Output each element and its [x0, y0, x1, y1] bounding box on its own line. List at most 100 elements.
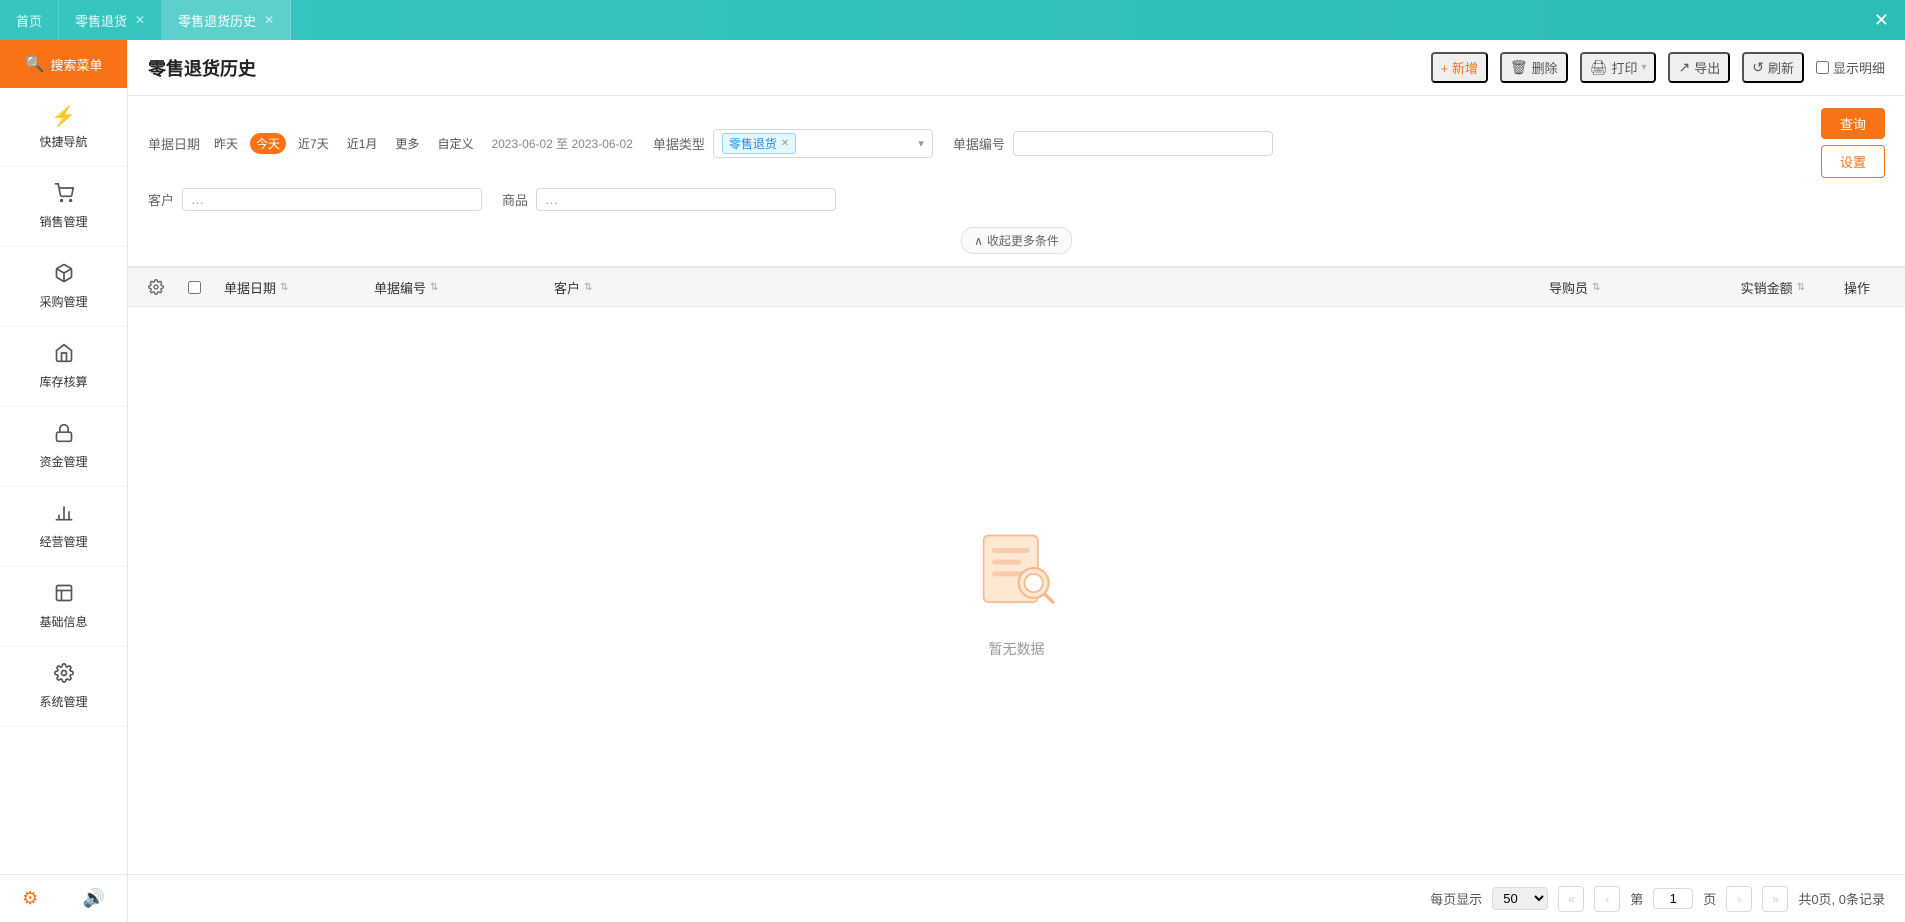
search-icon: 🔍 — [25, 54, 45, 74]
first-page-button[interactable]: « — [1558, 886, 1584, 912]
doc-icon — [54, 583, 74, 609]
sidebar-item-system[interactable]: 系统管理 — [0, 647, 127, 727]
customer-filter-label: 客户 — [148, 190, 174, 209]
doctype-select[interactable]: 零售退货 ✕ ▾ — [713, 129, 933, 158]
prev-page-button[interactable]: ‹ — [1594, 886, 1620, 912]
th-settings[interactable] — [136, 279, 176, 295]
total-text: 共0页, 0条记录 — [1798, 889, 1885, 908]
guide-sort-icon: ⇅ — [1592, 282, 1600, 293]
empty-text: 暂无数据 — [989, 639, 1045, 659]
date-opt-yesterday[interactable]: 昨天 — [208, 133, 244, 154]
th-checkbox[interactable] — [176, 281, 212, 294]
print-button[interactable]: 🖨 打印 ▾ — [1580, 52, 1657, 83]
page-title: 零售退货历史 — [148, 55, 256, 81]
show-detail-checkbox-label[interactable]: 显示明细 — [1816, 58, 1885, 77]
query-set-area: 查询 设置 — [1821, 108, 1885, 178]
set-button[interactable]: 设置 — [1821, 145, 1885, 178]
goods-filter-label: 商品 — [502, 190, 528, 209]
customer-select[interactable]: … — [182, 188, 482, 211]
query-button[interactable]: 查询 — [1821, 108, 1885, 139]
page-suffix: 页 — [1703, 889, 1716, 908]
audio-icon[interactable]: 🔊 — [82, 888, 104, 909]
th-guide[interactable]: 导购员 ⇅ — [1537, 278, 1697, 297]
refresh-button[interactable]: ↺ 刷新 — [1742, 52, 1804, 83]
next-page-button[interactable]: › — [1726, 886, 1752, 912]
doctype-tag: 零售退货 ✕ — [722, 133, 796, 154]
sidebar-item-finance[interactable]: 资金管理 — [0, 407, 127, 487]
th-amount[interactable]: 实销金额 ⇅ — [1697, 278, 1817, 297]
customer-placeholder: … — [191, 192, 204, 207]
goods-select[interactable]: … — [536, 188, 836, 211]
lightning-icon: ⚡ — [51, 104, 76, 129]
table-area: 单据日期 ⇅ 单据编号 ⇅ 客户 ⇅ 导购员 ⇅ 实销金额 ⇅ — [128, 267, 1905, 874]
filter-group-goods: 商品 … — [502, 188, 836, 211]
collapse-filter-button[interactable]: ∧ 收起更多条件 — [961, 227, 1072, 254]
store-icon — [54, 343, 74, 369]
print-icon: 🖨 — [1590, 59, 1608, 76]
main-layout: 🔍 搜索菜单 ⚡ 快捷导航 销售管理 — [0, 40, 1905, 922]
sidebar-item-purchase-mgmt[interactable]: 采购管理 — [0, 247, 127, 327]
doctype-dropdown-icon: ▾ — [918, 137, 924, 150]
new-button[interactable]: + 新增 — [1431, 52, 1488, 83]
th-customer[interactable]: 客户 ⇅ — [542, 278, 1537, 297]
page-prefix: 第 — [1630, 889, 1643, 908]
filter-group-docno: 单据编号 — [953, 131, 1273, 156]
filter-row-2: 客户 … 商品 … — [148, 188, 1885, 211]
table-header: 单据日期 ⇅ 单据编号 ⇅ 客户 ⇅ 导购员 ⇅ 实销金额 ⇅ — [128, 267, 1905, 307]
delete-button[interactable]: 🗑 删除 — [1500, 52, 1568, 83]
goods-placeholder: … — [545, 192, 558, 207]
date-opt-more[interactable]: 更多 — [389, 133, 425, 154]
tab-retail-return-history-close[interactable]: ✕ — [264, 13, 274, 27]
last-page-button[interactable]: » — [1762, 886, 1788, 912]
export-button[interactable]: ↗ 导出 — [1668, 52, 1730, 83]
docno-input[interactable] — [1013, 131, 1273, 156]
sidebar-item-quick-nav[interactable]: ⚡ 快捷导航 — [0, 88, 127, 167]
page-number-input[interactable] — [1653, 888, 1693, 909]
sidebar-bottom-bar: ⚙ 🔊 — [0, 874, 127, 922]
sidebar-items-list: ⚡ 快捷导航 销售管理 采购管理 — [0, 88, 127, 874]
date-opt-1month[interactable]: 近1月 — [341, 133, 384, 154]
sidebar-search-button[interactable]: 🔍 搜索菜单 — [0, 40, 127, 88]
filter-group-doctype: 单据类型 零售退货 ✕ ▾ — [653, 129, 933, 158]
th-date[interactable]: 单据日期 ⇅ — [212, 278, 362, 297]
filter-area: 单据日期 昨天 今天 近7天 近1月 更多 自定义 2023-06-02 至 2… — [128, 96, 1905, 267]
page-size-select[interactable]: 50 20 100 — [1492, 887, 1548, 910]
tab-home[interactable]: 首页 — [0, 0, 59, 40]
empty-state: 暂无数据 — [128, 307, 1905, 874]
date-options: 昨天 今天 近7天 近1月 更多 自定义 — [208, 133, 479, 154]
lock-icon — [54, 423, 74, 449]
tab-retail-return-history[interactable]: 零售退货历史 ✕ — [162, 0, 291, 40]
export-icon: ↗ — [1678, 59, 1690, 76]
date-opt-7days[interactable]: 近7天 — [292, 133, 335, 154]
date-sort-icon: ⇅ — [280, 282, 288, 293]
header-actions: + 新增 🗑 删除 🖨 打印 ▾ ↗ 导出 ↺ 刷新 — [1431, 52, 1885, 83]
sidebar-item-basic-info[interactable]: 基础信息 — [0, 567, 127, 647]
show-detail-checkbox[interactable] — [1816, 61, 1829, 74]
th-action: 操作 — [1817, 278, 1897, 297]
docno-filter-label: 单据编号 — [953, 134, 1005, 153]
window-close-button[interactable]: ✕ — [1858, 10, 1905, 31]
select-all-checkbox[interactable] — [188, 281, 201, 294]
sidebar-item-sales-mgmt[interactable]: 销售管理 — [0, 167, 127, 247]
refresh-icon: ↺ — [1752, 59, 1764, 76]
filter-group-date: 单据日期 昨天 今天 近7天 近1月 更多 自定义 2023-06-02 至 2… — [148, 133, 633, 154]
sidebar-item-operation[interactable]: 经营管理 — [0, 487, 127, 567]
sidebar-item-inventory[interactable]: 库存核算 — [0, 327, 127, 407]
settings-bottom-icon[interactable]: ⚙ — [22, 888, 38, 909]
main-content: 零售退货历史 + 新增 🗑 删除 🖨 打印 ▾ ↗ 导出 — [128, 40, 1905, 922]
box-icon — [54, 263, 74, 289]
cart-icon — [54, 183, 74, 209]
tab-list: 首页 零售退货 ✕ 零售退货历史 ✕ — [0, 0, 1858, 40]
chart-icon — [54, 503, 74, 529]
tab-retail-return[interactable]: 零售退货 ✕ — [59, 0, 162, 40]
doctype-tag-close[interactable]: ✕ — [781, 138, 789, 149]
docno-sort-icon: ⇅ — [430, 282, 438, 293]
filter-row-1: 单据日期 昨天 今天 近7天 近1月 更多 自定义 2023-06-02 至 2… — [148, 108, 1885, 178]
tab-retail-return-close[interactable]: ✕ — [135, 13, 145, 27]
date-opt-custom[interactable]: 自定义 — [431, 133, 479, 154]
th-docno[interactable]: 单据编号 ⇅ — [362, 278, 542, 297]
sidebar: 🔍 搜索菜单 ⚡ 快捷导航 销售管理 — [0, 40, 128, 922]
pagination-bar: 每页显示 50 20 100 « ‹ 第 页 › » 共0页, 0条记录 — [128, 874, 1905, 922]
print-dropdown-icon: ▾ — [1641, 62, 1646, 73]
date-opt-today[interactable]: 今天 — [250, 133, 286, 154]
